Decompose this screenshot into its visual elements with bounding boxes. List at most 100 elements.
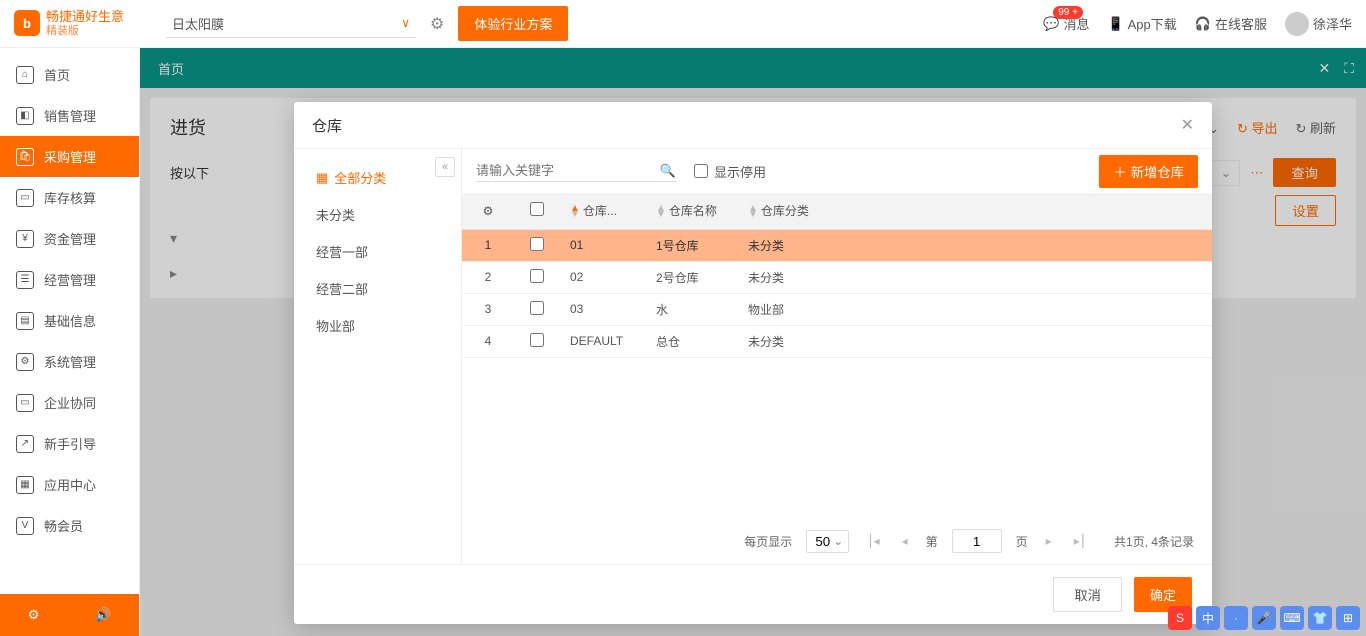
add-warehouse-button[interactable]: ＋新增仓库	[1099, 155, 1198, 188]
search-input[interactable]	[476, 163, 660, 178]
sidebar-item-collab[interactable]: ▭企业协同	[0, 382, 139, 423]
top-header: b 畅捷通好生意 精装版 日太阳膜 ∨ ⚙ 体验行业方案 💬 消息 99 + 📱…	[0, 0, 1366, 48]
collapse-panel-button[interactable]: «	[435, 157, 455, 177]
user-menu[interactable]: 徐泽华	[1285, 12, 1352, 36]
sidebar: ⌂首页 ◧销售管理 🛍采购管理 ▭库存核算 ¥资金管理 ☰经营管理 ▤基础信息 …	[0, 48, 140, 636]
warehouse-modal: 仓库 ✕ « ▦ 全部分类 未分类 经营一部 经营二部 物业部	[294, 102, 1212, 624]
category-panel: « ▦ 全部分类 未分类 经营一部 经营二部 物业部	[294, 149, 462, 564]
experience-button[interactable]: 体验行业方案	[458, 6, 568, 41]
row-code: DEFAULT	[560, 325, 646, 357]
grid-icon: ▦	[316, 170, 328, 186]
sidebar-item-operation[interactable]: ☰经营管理	[0, 259, 139, 300]
page-summary: 共1页, 4条记录	[1114, 533, 1194, 550]
tenant-selector[interactable]: 日太阳膜 ∨	[166, 10, 416, 38]
category-item[interactable]: 未分类	[294, 196, 461, 233]
sidebar-item-inventory[interactable]: ▭库存核算	[0, 177, 139, 218]
basedata-icon: ▤	[16, 312, 34, 330]
row-category: 物业部	[738, 293, 1212, 325]
ime-chip[interactable]: ⌨	[1280, 606, 1304, 630]
row-checkbox[interactable]	[530, 333, 544, 347]
page-input[interactable]	[952, 529, 1002, 553]
ime-chip[interactable]: ·	[1224, 606, 1248, 630]
sidebar-item-basedata[interactable]: ▤基础信息	[0, 300, 139, 341]
sidebar-item-appcenter[interactable]: ▦应用中心	[0, 464, 139, 505]
sidebar-item-system[interactable]: ⚙系统管理	[0, 341, 139, 382]
col-select-all[interactable]	[514, 193, 560, 229]
per-page-label: 每页显示	[744, 533, 792, 550]
table-row[interactable]: 1011号仓库未分类	[462, 229, 1212, 261]
row-index: 4	[462, 325, 514, 357]
purchase-icon: 🛍	[16, 148, 34, 166]
main-area: 首页 ✕ ⛶ 进货 打印 ⌄ ↻ 导出 ↻ 刷新 按以下 ⌄ ⋯ 查询	[140, 48, 1366, 636]
row-category: 未分类	[738, 229, 1212, 261]
ime-chip[interactable]: 🎤	[1252, 606, 1276, 630]
show-disabled-checkbox[interactable]	[694, 164, 708, 178]
pagination: 每页显示 50 ⌄ ⎮◂ ◂ 第 页 ▸ ▸⎮ 共	[462, 518, 1212, 564]
row-index: 1	[462, 229, 514, 261]
table-row[interactable]: 4DEFAULT总仓未分类	[462, 325, 1212, 357]
operation-icon: ☰	[16, 271, 34, 289]
table-row[interactable]: 303水物业部	[462, 293, 1212, 325]
row-checkbox[interactable]	[530, 237, 544, 251]
search-icon[interactable]: 🔍	[660, 163, 676, 179]
row-code: 03	[560, 293, 646, 325]
table-panel: 🔍 显示停用 ＋新增仓库	[462, 149, 1212, 564]
show-disabled-toggle[interactable]: 显示停用	[694, 162, 766, 181]
sidebar-item-member[interactable]: V畅会员	[0, 505, 139, 546]
messages-link[interactable]: 💬 消息 99 +	[1043, 14, 1089, 33]
search-box: 🔍	[476, 161, 676, 182]
avatar-icon	[1285, 12, 1309, 36]
warehouse-table: ⚙ ▲▼仓库... ▲▼仓库名称 ▲▼仓库分类 1011号仓库未分类2022号仓…	[462, 193, 1212, 358]
ime-chip[interactable]: 👕	[1308, 606, 1332, 630]
ime-chip[interactable]: S	[1168, 606, 1192, 630]
app-download-link[interactable]: 📱 App下载	[1107, 14, 1176, 33]
header-right: 💬 消息 99 + 📱 App下载 🎧 在线客服 徐泽华	[1043, 12, 1352, 36]
prev-page-icon[interactable]: ◂	[898, 534, 912, 548]
sidebar-item-guide[interactable]: ↗新手引导	[0, 423, 139, 464]
member-icon: V	[16, 517, 34, 535]
brand-logo: b 畅捷通好生意 精装版	[14, 10, 156, 36]
close-icon[interactable]: ✕	[1181, 115, 1194, 135]
table-row[interactable]: 2022号仓库未分类	[462, 261, 1212, 293]
phone-icon: 📱	[1107, 16, 1123, 32]
chevron-down-icon: ∨	[401, 16, 410, 30]
row-checkbox[interactable]	[530, 301, 544, 315]
category-item[interactable]: 经营二部	[294, 270, 461, 307]
last-page-icon[interactable]: ▸⎮	[1070, 534, 1090, 548]
category-all[interactable]: ▦ 全部分类	[294, 159, 435, 196]
row-index: 3	[462, 293, 514, 325]
col-code[interactable]: ▲▼仓库...	[560, 193, 646, 229]
next-page-icon[interactable]: ▸	[1042, 534, 1056, 548]
category-item[interactable]: 物业部	[294, 307, 461, 344]
modal-title: 仓库	[312, 115, 342, 136]
col-settings[interactable]: ⚙	[462, 193, 514, 229]
sidebar-item-finance[interactable]: ¥资金管理	[0, 218, 139, 259]
first-page-icon[interactable]: ⎮◂	[863, 534, 883, 548]
row-name: 2号仓库	[646, 261, 738, 293]
col-category[interactable]: ▲▼仓库分类	[738, 193, 1212, 229]
row-category: 未分类	[738, 261, 1212, 293]
inventory-icon: ▭	[16, 189, 34, 207]
collab-icon: ▭	[16, 394, 34, 412]
gear-icon[interactable]: ⚙	[430, 14, 444, 34]
sidebar-item-sales[interactable]: ◧销售管理	[0, 95, 139, 136]
row-checkbox[interactable]	[530, 269, 544, 283]
row-name: 总仓	[646, 325, 738, 357]
cancel-button[interactable]: 取消	[1053, 577, 1122, 612]
online-service-link[interactable]: 🎧 在线客服	[1195, 14, 1267, 33]
sidebar-item-home[interactable]: ⌂首页	[0, 54, 139, 95]
sidebar-item-purchase[interactable]: 🛍采购管理	[0, 136, 139, 177]
ime-chip[interactable]: 中	[1196, 606, 1220, 630]
sound-icon[interactable]: 🔊	[95, 607, 111, 623]
sales-icon: ◧	[16, 107, 34, 125]
brand-sub: 精装版	[46, 25, 124, 37]
category-item[interactable]: 经营一部	[294, 233, 461, 270]
col-name[interactable]: ▲▼仓库名称	[646, 193, 738, 229]
gear-icon[interactable]: ⚙	[28, 607, 40, 623]
ime-chip[interactable]: ⊞	[1336, 606, 1360, 630]
headset-icon: 🎧	[1195, 16, 1211, 32]
per-page-select[interactable]: 50	[806, 530, 849, 553]
home-icon: ⌂	[16, 66, 34, 84]
brand-text: 畅捷通好生意	[46, 10, 124, 24]
guide-icon: ↗	[16, 435, 34, 453]
